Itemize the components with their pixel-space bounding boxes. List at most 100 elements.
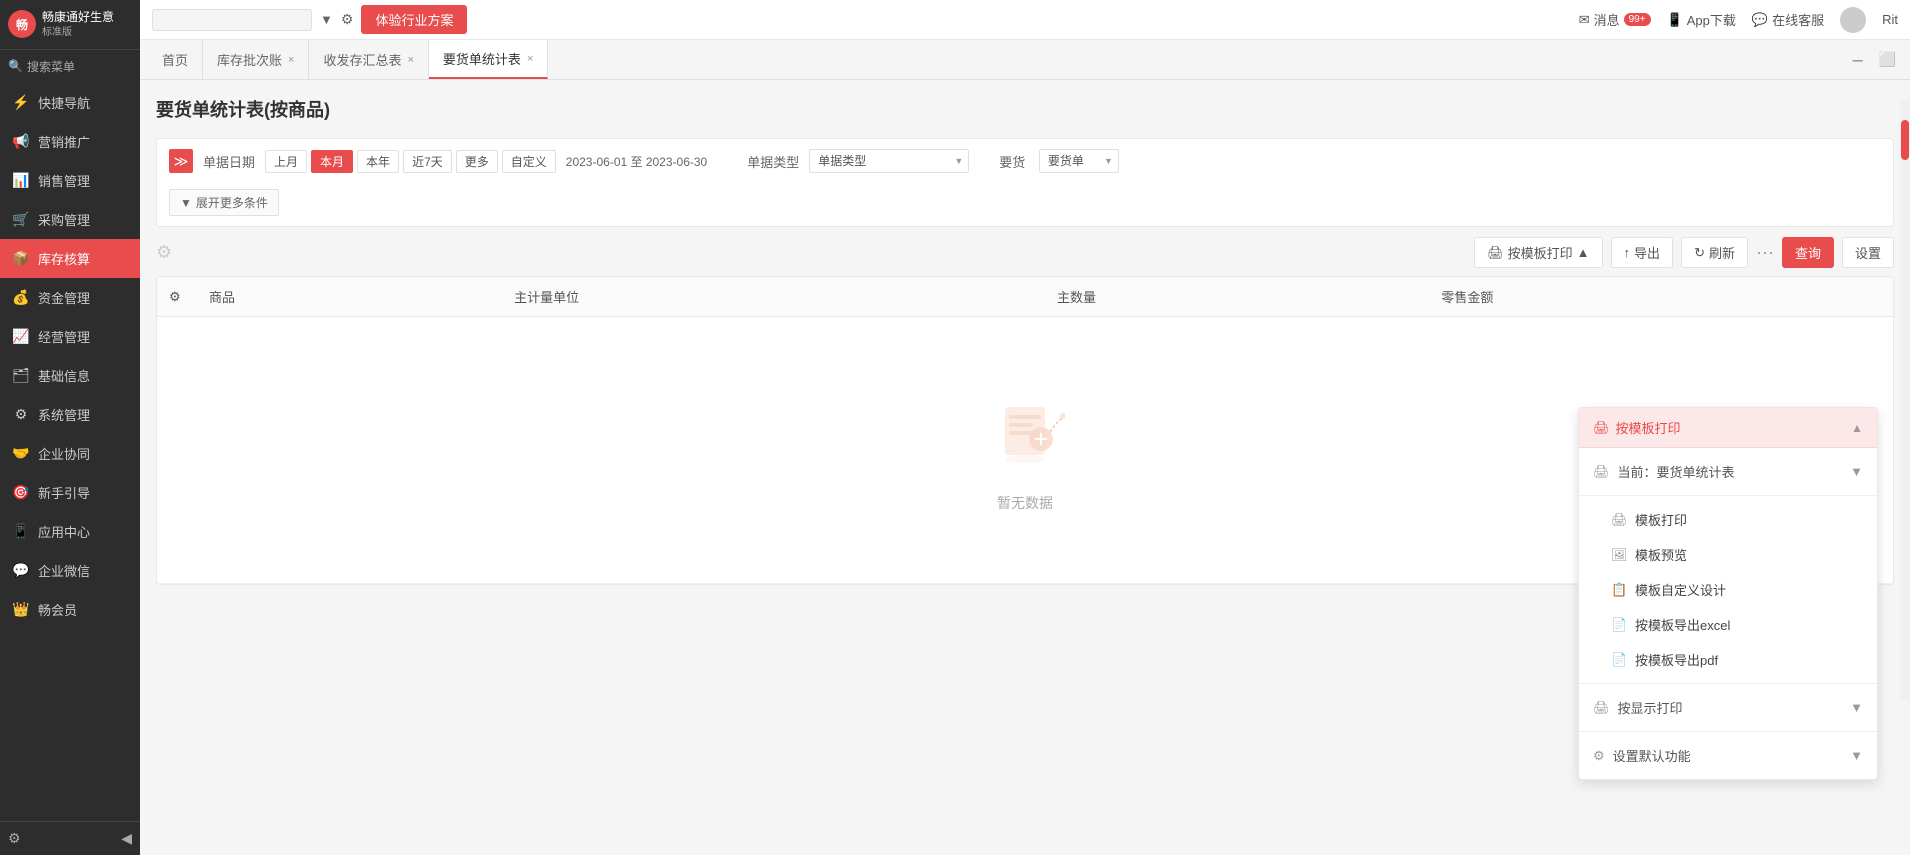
sidebar-item-operations[interactable]: 📈 经营管理: [0, 317, 140, 356]
table-settings-icon[interactable]: ⚙: [156, 242, 172, 262]
dropdown-item-template-excel[interactable]: 📄 按模板导出excel: [1579, 607, 1877, 642]
type-filter-label: 单据类型: [747, 152, 799, 171]
empty-illustration: [985, 387, 1065, 481]
topbar-settings-icon[interactable]: ⚙: [341, 11, 354, 28]
dropdown-items-section: 🖨 模板打印 🖼 模板预览 📋 模板自定义设计 📄 按模板导出excel: [1579, 496, 1877, 684]
scroll-thumb[interactable]: [1901, 120, 1909, 160]
goods-select-wrap: 要货单: [1039, 149, 1119, 173]
col-amount: 零售金额: [1429, 277, 1893, 317]
tab-order-stats[interactable]: 要货单统计表 ×: [429, 40, 548, 79]
set-default-arrow: ▼: [1850, 748, 1863, 763]
template-excel-icon: 📄: [1611, 617, 1627, 633]
sidebar-item-system[interactable]: ⚙ 系统管理: [0, 395, 140, 434]
sidebar-search-menu[interactable]: 🔍 搜索菜单: [0, 50, 140, 83]
sidebar-item-wechat[interactable]: 💬 企业微信: [0, 551, 140, 590]
tab-inventory-batch[interactable]: 库存批次账 ×: [203, 40, 309, 79]
col-goods: 商品: [197, 277, 502, 317]
set-default-item[interactable]: ⚙ 设置默认功能 ▼: [1579, 738, 1877, 773]
refresh-btn[interactable]: ↻ 刷新: [1681, 237, 1748, 268]
apps-icon: 📱: [12, 523, 30, 540]
date-btn-more[interactable]: 更多: [456, 150, 498, 173]
sidebar-item-sales[interactable]: 📊 销售管理: [0, 161, 140, 200]
page-content: 要货单统计表(按商品) ≫ 单据日期 上月 本月 本年 近7天 更多 自定义 2…: [140, 80, 1910, 855]
date-filter-label: 单据日期: [203, 152, 255, 171]
goods-select[interactable]: 要货单: [1039, 149, 1119, 173]
more-actions-icon[interactable]: ···: [1756, 242, 1774, 263]
minimize-icon[interactable]: ─: [1847, 48, 1869, 72]
tab-collection-summary[interactable]: 收发存汇总表 ×: [309, 40, 428, 79]
tab-close-inventory-batch[interactable]: ×: [288, 54, 294, 66]
date-btn-this-year[interactable]: 本年: [357, 150, 399, 173]
tab-home[interactable]: 首页: [148, 40, 203, 79]
sidebar-item-purchase[interactable]: 🛒 采购管理: [0, 200, 140, 239]
print-dropdown-panel: 🖨 按模板打印 ▲ 🖨 当前：要货单统计表 ▼: [1578, 407, 1878, 780]
dropdown-item-template-custom[interactable]: 📋 模板自定义设计: [1579, 572, 1877, 607]
sidebar-item-newbie[interactable]: 🎯 新手引导: [0, 473, 140, 512]
template-preview-icon: 🖼: [1611, 547, 1627, 563]
trial-btn[interactable]: 体验行业方案: [361, 5, 467, 34]
date-btn-7-days[interactable]: 近7天: [403, 150, 452, 173]
template-pdf-icon: 📄: [1611, 652, 1627, 668]
tabs-bar: 首页 库存批次账 × 收发存汇总表 × 要货单统计表 × ─ ⬜: [140, 40, 1910, 80]
service-icon: 💬: [1752, 12, 1768, 28]
messages-item[interactable]: ✉ 消息 99+: [1579, 10, 1651, 29]
expand-more-conditions-btn[interactable]: ▼ 展开更多条件: [169, 189, 279, 216]
sidebar-item-apps[interactable]: 📱 应用中心: [0, 512, 140, 551]
dropdown-item-template-print[interactable]: 🖨 模板打印: [1579, 502, 1877, 537]
printer-icon: 🖨: [1593, 420, 1610, 436]
print-icon: 🖨: [1487, 245, 1504, 261]
date-btn-custom[interactable]: 自定义: [502, 150, 556, 173]
topbar: ▼ ⚙ 体验行业方案 ✉ 消息 99+ 📱 App下载 💬 在线客服 Rit: [140, 0, 1910, 40]
sidebar-footer: ⚙ ◀: [0, 821, 140, 855]
sidebar-item-basic[interactable]: 🗂 基础信息: [0, 356, 140, 395]
quick-nav-icon: ⚡: [12, 94, 30, 111]
refresh-icon: ↻: [1694, 245, 1705, 261]
type-select[interactable]: 单据类型 要货单: [809, 149, 969, 173]
date-range-text: 2023-06-01 至 2023-06-30: [566, 153, 707, 170]
print-btn[interactable]: 🖨 按模板打印 ▲: [1474, 237, 1602, 268]
current-template-arrow: ▼: [1850, 464, 1863, 479]
filter-row-1: ≫ 单据日期 上月 本月 本年 近7天 更多 自定义 2023-06-01 至 …: [169, 149, 1881, 173]
current-template-item[interactable]: 🖨 当前：要货单统计表 ▼: [1579, 454, 1877, 489]
system-icon: ⚙: [12, 406, 30, 423]
current-template-icon: 🖨: [1593, 464, 1610, 480]
tab-close-collection-summary[interactable]: ×: [407, 54, 413, 66]
topbar-search-input[interactable]: [152, 9, 312, 31]
sidebar-item-quick-nav[interactable]: ⚡ 快捷导航: [0, 83, 140, 122]
user-avatar[interactable]: [1840, 7, 1866, 33]
display-print-arrow: ▼: [1850, 700, 1863, 715]
set-default-icon: ⚙: [1593, 748, 1605, 764]
date-btn-last-month[interactable]: 上月: [265, 150, 307, 173]
dropdown-item-template-pdf[interactable]: 📄 按模板导出pdf: [1579, 642, 1877, 677]
topbar-right: ✉ 消息 99+ 📱 App下载 💬 在线客服 Rit: [1579, 7, 1898, 33]
filter-expand-btn[interactable]: ≫: [169, 149, 193, 173]
empty-text: 暂无数据: [997, 493, 1053, 513]
export-btn[interactable]: ↑ 导出: [1611, 237, 1674, 268]
sidebar-item-member[interactable]: 👑 畅会员: [0, 590, 140, 629]
topbar-dropdown-arrow[interactable]: ▼: [320, 12, 333, 27]
dropdown-close-icon[interactable]: ▲: [1851, 421, 1863, 435]
maximize-icon[interactable]: ⬜: [1873, 47, 1902, 72]
dropdown-panel-header[interactable]: 🖨 按模板打印 ▲: [1579, 408, 1877, 448]
query-btn[interactable]: 查询: [1782, 237, 1834, 268]
date-btn-this-month[interactable]: 本月: [311, 150, 353, 173]
app-download-item[interactable]: 📱 App下载: [1667, 10, 1736, 29]
collapse-sidebar-icon[interactable]: ◀: [121, 830, 132, 847]
sidebar-item-finance[interactable]: 💰 资金管理: [0, 278, 140, 317]
settings-footer-icon[interactable]: ⚙: [8, 830, 21, 847]
expand-icon: ▼: [180, 196, 192, 210]
member-icon: 👑: [12, 601, 30, 618]
purchase-icon: 🛒: [12, 211, 30, 228]
tab-close-order-stats[interactable]: ×: [527, 53, 533, 65]
settings-btn[interactable]: 设置: [1842, 237, 1894, 268]
newbie-icon: 🎯: [12, 484, 30, 501]
print-dropdown-icon: ▲: [1577, 245, 1590, 260]
template-print-icon: 🖨: [1611, 512, 1627, 528]
sidebar-item-enterprise[interactable]: 🤝 企业协同: [0, 434, 140, 473]
inventory-icon: 📦: [12, 250, 30, 267]
dropdown-item-template-preview[interactable]: 🖼 模板预览: [1579, 537, 1877, 572]
sidebar-item-marketing[interactable]: 📢 营销推广: [0, 122, 140, 161]
display-print-item[interactable]: 🖨 按显示打印 ▼: [1579, 690, 1877, 725]
online-service-item[interactable]: 💬 在线客服: [1752, 10, 1824, 29]
sidebar-item-inventory[interactable]: 📦 库存核算: [0, 239, 140, 278]
